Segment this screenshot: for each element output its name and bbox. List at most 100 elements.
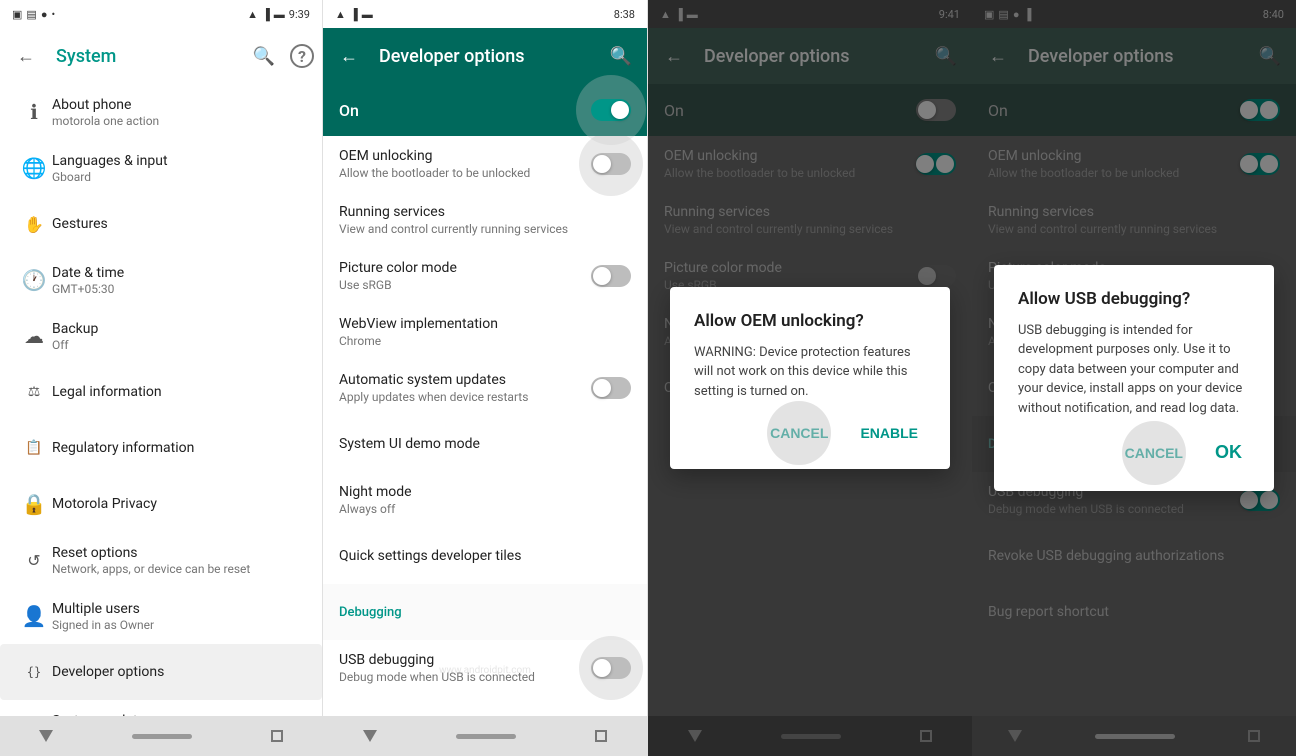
picture-color-toggle[interactable] <box>591 265 631 287</box>
oem-unlocking-sub: Allow the bootloader to be unlocked <box>339 166 530 180</box>
backup-icon: ☁ <box>16 324 52 348</box>
oem-unlocking-item[interactable]: OEM unlocking Allow the bootloader to be… <box>323 136 647 192</box>
home-nav-icon[interactable] <box>132 734 192 739</box>
recents-nav-2[interactable] <box>595 730 607 742</box>
sidebar-item-legal[interactable]: ⚖ Legal information <box>0 364 322 420</box>
system-settings-panel: ▣ ▤ ● • ▲ ▐ ▬ 9:39 ← System 🔍 ? ℹ About … <box>0 0 323 756</box>
sidebar-item-datetime[interactable]: 🕐 Date & time GMT+05:30 <box>0 252 322 308</box>
auto-updates-item[interactable]: Automatic system updates Apply updates w… <box>323 360 647 416</box>
sidebar-item-system-updates[interactable]: 📱 System updates Updated to Android 9 <box>0 700 322 716</box>
developer-options-list: OEM unlocking Allow the bootloader to be… <box>323 136 647 716</box>
usb-toggle-container <box>591 657 631 679</box>
oem-dialog-overlay: Allow OEM unlocking? WARNING: Device pro… <box>648 0 972 756</box>
recents-nav-icon[interactable] <box>271 730 283 742</box>
back-button-2[interactable]: ← <box>331 38 367 74</box>
system-ui-demo-item[interactable]: System UI demo mode <box>323 416 647 472</box>
quick-settings-dev-item[interactable]: Quick settings developer tiles <box>323 528 647 584</box>
usb-dialog-actions: Cancel OK <box>1018 438 1250 467</box>
running-services-sub: View and control currently running servi… <box>339 222 568 236</box>
sidebar-item-backup[interactable]: ☁ Backup Off <box>0 308 322 364</box>
back-nav-2[interactable] <box>363 730 377 742</box>
wifi-icon: ▲ <box>247 8 258 21</box>
back-nav-icon[interactable] <box>39 730 53 742</box>
sidebar-item-gestures[interactable]: ✋ Gestures <box>0 196 322 252</box>
sidebar-item-languages[interactable]: 🌐 Languages & input Gboard <box>0 140 322 196</box>
developer-options-usb-dialog-panel: ▣ ▤ ● ▐ 8:40 ← Developer options 🔍 On OE… <box>972 0 1296 756</box>
oem-dialog-title: Allow OEM unlocking? <box>694 311 926 331</box>
developer-toggle[interactable] <box>591 99 631 121</box>
multiple-users-sub: Signed in as Owner <box>52 618 306 632</box>
debugging-section-label: Debugging <box>339 605 402 620</box>
datetime-sub: GMT+05:30 <box>52 282 306 296</box>
webview-sub: Chrome <box>339 334 498 348</box>
oem-enable-button[interactable]: Enable <box>852 421 926 445</box>
auto-updates-title: Automatic system updates <box>339 372 528 388</box>
regulatory-icon: 📋 <box>16 440 52 456</box>
datetime-icon: 🕐 <box>16 268 52 292</box>
night-mode-sub: Always off <box>339 502 412 516</box>
wifi-status-icon: ▲ <box>335 8 346 21</box>
picture-color-sub: Use sRGB <box>339 278 457 292</box>
vpn-icon: ● <box>41 8 48 21</box>
about-phone-sub: motorola one action <box>52 114 306 128</box>
on-label: On <box>339 101 359 120</box>
multiple-users-icon: 👤 <box>16 604 52 628</box>
notification-icons: ▣ ▤ ● • <box>12 8 55 21</box>
usb-dialog-title: Allow USB debugging? <box>1018 289 1250 309</box>
running-services-item[interactable]: Running services View and control curren… <box>323 192 647 248</box>
time-2: 8:38 <box>614 8 635 21</box>
gestures-icon: ✋ <box>16 215 52 234</box>
reset-label: Reset options <box>52 545 306 561</box>
navigation-bar-1 <box>0 716 322 756</box>
help-button[interactable]: ? <box>290 44 314 68</box>
search-button-2[interactable]: 🔍 <box>603 38 639 74</box>
picture-color-mode-item[interactable]: Picture color mode Use sRGB <box>323 248 647 304</box>
home-nav-2[interactable] <box>456 734 516 739</box>
oem-toggle-container <box>591 153 631 175</box>
on-toggle-bar: On <box>323 84 647 136</box>
system-topbar: ← System 🔍 ? <box>0 28 322 84</box>
webview-item[interactable]: WebView implementation Chrome <box>323 304 647 360</box>
night-mode-item[interactable]: Night mode Always off <box>323 472 647 528</box>
picture-color-title: Picture color mode <box>339 260 457 276</box>
sidebar-item-reset-options[interactable]: ↺ Reset options Network, apps, or device… <box>0 532 322 588</box>
oem-unlocking-dialog: Allow OEM unlocking? WARNING: Device pro… <box>670 287 950 470</box>
dot-icon: • <box>51 8 55 21</box>
signal-status-icon: ▐ <box>350 8 358 21</box>
sidebar-item-motorola-privacy[interactable]: 🔒 Motorola Privacy <box>0 476 322 532</box>
status-bar-1: ▣ ▤ ● • ▲ ▐ ▬ 9:39 <box>0 0 322 28</box>
search-button[interactable]: 🔍 <box>246 38 282 74</box>
revoke-usb-item[interactable]: Revoke USB debugging authorizations <box>323 696 647 716</box>
usb-debugging-dialog: Allow USB debugging? USB debugging is in… <box>994 265 1274 492</box>
sidebar-item-multiple-users[interactable]: 👤 Multiple users Signed in as Owner <box>0 588 322 644</box>
multiple-users-label: Multiple users <box>52 601 306 617</box>
signal-icon: ▐ <box>262 8 270 21</box>
gestures-label: Gestures <box>52 216 306 232</box>
dev-page-title: Developer options <box>379 46 595 67</box>
motorola-privacy-label: Motorola Privacy <box>52 496 306 512</box>
webview-title: WebView implementation <box>339 316 498 332</box>
developer-options-icon: {} <box>16 665 52 679</box>
quick-settings-title: Quick settings developer tiles <box>339 548 521 564</box>
watermark-2: www.androidpit.com <box>439 665 531 676</box>
languages-sub: Gboard <box>52 170 306 184</box>
languages-label: Languages & input <box>52 153 306 169</box>
file-icon: ▤ <box>26 8 36 21</box>
back-button[interactable]: ← <box>8 38 44 74</box>
battery-status-icon: ▬ <box>362 8 373 21</box>
developer-options-oem-dialog-panel: ▲ ▐ ▬ 9:41 ← Developer options 🔍 On OEM … <box>648 0 972 756</box>
legal-label: Legal information <box>52 384 306 400</box>
sidebar-item-regulatory[interactable]: 📋 Regulatory information <box>0 420 322 476</box>
usb-toggle[interactable] <box>591 657 631 679</box>
oem-dialog-actions: Cancel Enable <box>694 421 926 445</box>
motorola-privacy-icon: 🔒 <box>16 492 52 516</box>
oem-cancel-button[interactable]: Cancel <box>762 421 836 445</box>
dev-topbar: ← Developer options 🔍 <box>323 28 647 84</box>
sidebar-item-developer-options[interactable]: {} Developer options <box>0 644 322 700</box>
usb-ok-button[interactable]: OK <box>1207 438 1250 467</box>
usb-cancel-button[interactable]: Cancel <box>1117 438 1191 467</box>
reset-sub: Network, apps, or device can be reset <box>52 562 306 576</box>
sidebar-item-about-phone[interactable]: ℹ About phone motorola one action <box>0 84 322 140</box>
auto-updates-toggle[interactable] <box>591 377 631 399</box>
oem-toggle[interactable] <box>591 153 631 175</box>
